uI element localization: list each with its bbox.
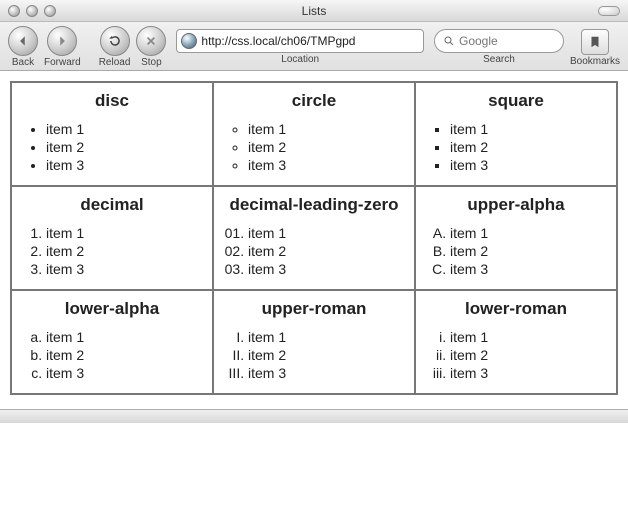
- list: item 1 item 2 item 3: [18, 121, 206, 173]
- stop-button[interactable]: [136, 26, 166, 56]
- list: item 1 item 2 item 3: [422, 329, 610, 381]
- forward-label: Forward: [44, 57, 81, 68]
- list-item: item 3: [46, 157, 206, 173]
- toolbar-toggle-button[interactable]: [598, 6, 620, 16]
- bookmarks-label: Bookmarks: [570, 56, 620, 67]
- list: item 1 item 2 item 3: [220, 329, 408, 381]
- bookmarks-button[interactable]: [581, 29, 609, 55]
- list: item 1 item 2 item 3: [220, 121, 408, 173]
- zoom-window-button[interactable]: [44, 5, 56, 17]
- list-item: item 1: [248, 121, 408, 137]
- back-button[interactable]: [8, 26, 38, 56]
- cell-title: lower-roman: [422, 299, 610, 319]
- list-style-grid: disc item 1 item 2 item 3 circle item 1 item 2…: [10, 81, 618, 395]
- list-cell: square item 1 item 2 item 3: [415, 82, 617, 186]
- cell-title: disc: [18, 91, 206, 111]
- list-cell: lower-roman item 1 item 2 item 3: [415, 290, 617, 394]
- list-item: item 3: [46, 261, 206, 277]
- list-item: item 3: [450, 365, 610, 381]
- window-title: Lists: [0, 4, 628, 18]
- toolbar: Back Forward Reload Stop Loca: [0, 22, 628, 70]
- list-item: item 3: [248, 157, 408, 173]
- reload-button[interactable]: [100, 26, 130, 56]
- list-item: item 2: [248, 139, 408, 155]
- list-item: item 2: [46, 347, 206, 363]
- list: item 1 item 2 item 3: [422, 121, 610, 173]
- list-item: item 3: [248, 365, 408, 381]
- list: item 1 item 2 item 3: [220, 225, 408, 277]
- list-item: item 2: [450, 243, 610, 259]
- list-item: item 2: [46, 139, 206, 155]
- page-content: disc item 1 item 2 item 3 circle item 1 item 2…: [0, 71, 628, 405]
- location-field[interactable]: [176, 29, 424, 53]
- magnifier-icon: [443, 35, 455, 47]
- back-label: Back: [12, 57, 34, 68]
- list-cell: decimal item 1 item 2 item 3: [11, 186, 213, 290]
- close-window-button[interactable]: [8, 5, 20, 17]
- list-item: item 2: [248, 243, 408, 259]
- search-field[interactable]: [434, 29, 564, 53]
- list-item: item 1: [450, 329, 610, 345]
- list-item: item 1: [450, 121, 610, 137]
- list-item: item 1: [248, 329, 408, 345]
- list-item: item 1: [450, 225, 610, 241]
- list: item 1 item 2 item 3: [18, 225, 206, 277]
- list-cell: decimal-leading-zero item 1 item 2 item 3: [213, 186, 415, 290]
- search-input[interactable]: [459, 34, 555, 48]
- window-chrome: Lists Back Forward Reload Stop: [0, 0, 628, 71]
- cell-title: decimal: [18, 195, 206, 215]
- title-bar: Lists: [0, 0, 628, 22]
- cell-title: lower-alpha: [18, 299, 206, 319]
- list-item: item 1: [46, 121, 206, 137]
- globe-icon: [181, 33, 197, 49]
- list-cell: upper-alpha item 1 item 2 item 3: [415, 186, 617, 290]
- list-item: item 2: [450, 139, 610, 155]
- list-item: item 3: [450, 157, 610, 173]
- list: item 1 item 2 item 3: [18, 329, 206, 381]
- cell-title: square: [422, 91, 610, 111]
- bookmark-icon: [588, 34, 602, 50]
- list-cell: lower-alpha item 1 item 2 item 3: [11, 290, 213, 394]
- stop-icon: [144, 34, 158, 48]
- cell-title: decimal-leading-zero: [220, 195, 408, 215]
- list-item: item 3: [248, 261, 408, 277]
- reload-icon: [108, 34, 122, 48]
- stop-label: Stop: [141, 57, 162, 68]
- list-item: item 1: [46, 329, 206, 345]
- search-label: Search: [483, 54, 515, 65]
- list-item: item 2: [450, 347, 610, 363]
- reload-label: Reload: [99, 57, 131, 68]
- list-item: item 1: [46, 225, 206, 241]
- list-item: item 3: [46, 365, 206, 381]
- list-item: item 3: [450, 261, 610, 277]
- list: item 1 item 2 item 3: [422, 225, 610, 277]
- list-item: item 1: [248, 225, 408, 241]
- list-item: item 2: [248, 347, 408, 363]
- cell-title: upper-roman: [220, 299, 408, 319]
- url-input[interactable]: [201, 34, 419, 48]
- forward-button[interactable]: [47, 26, 77, 56]
- status-bar: [0, 409, 628, 423]
- cell-title: circle: [220, 91, 408, 111]
- list-item: item 2: [46, 243, 206, 259]
- traffic-lights: [8, 5, 56, 17]
- list-cell: circle item 1 item 2 item 3: [213, 82, 415, 186]
- minimize-window-button[interactable]: [26, 5, 38, 17]
- location-label: Location: [281, 54, 319, 65]
- list-cell: disc item 1 item 2 item 3: [11, 82, 213, 186]
- cell-title: upper-alpha: [422, 195, 610, 215]
- arrow-right-icon: [55, 34, 69, 48]
- arrow-left-icon: [16, 34, 30, 48]
- list-cell: upper-roman item 1 item 2 item 3: [213, 290, 415, 394]
